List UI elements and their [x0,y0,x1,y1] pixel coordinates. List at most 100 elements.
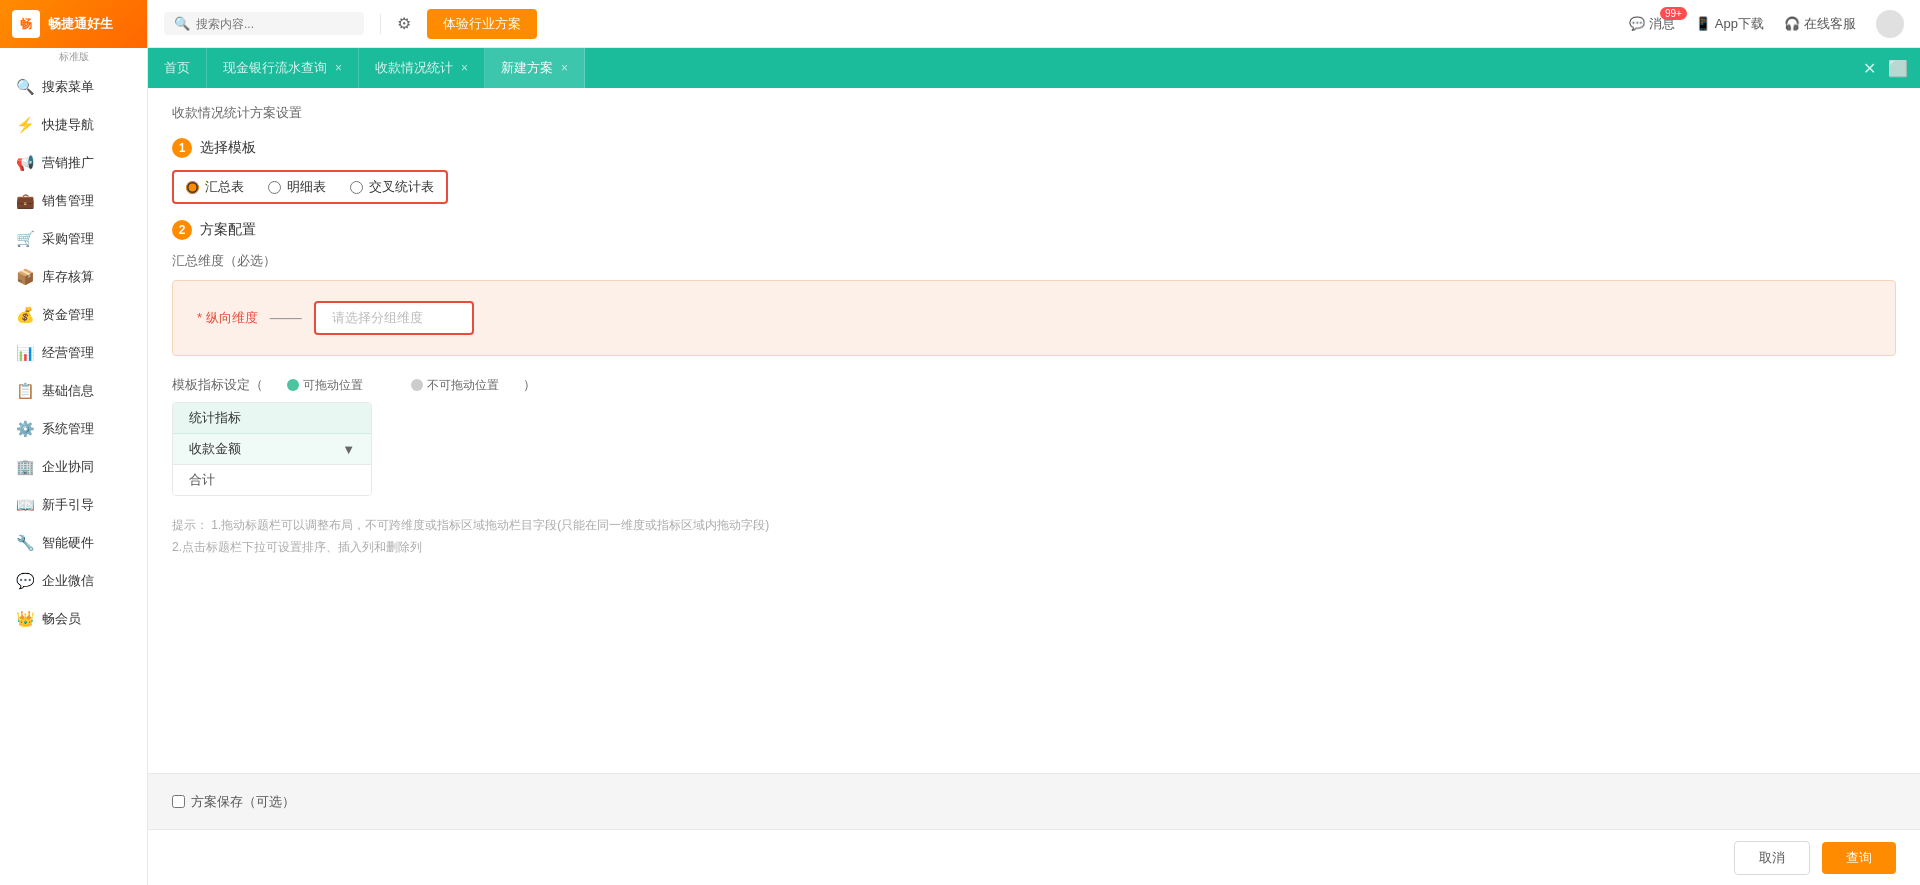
sidebar-item-6[interactable]: 💰 资金管理 [0,296,147,334]
topbar-search-box[interactable]: 🔍 [164,12,364,35]
section-config: 2 方案配置 汇总维度（必选） 纵向维度 —— 请选择分组维度 [172,220,1896,558]
user-item[interactable] [1876,10,1904,38]
sidebar: 畅 畅捷通好生 标准版 🔍 搜索菜单 ⚡ 快捷导航 📢 营销推广 💼 销售管理 … [0,0,148,885]
nav-icon-2: 📢 [16,154,34,172]
tab-collection-stats-label: 收款情况统计 [375,59,453,77]
dimension-area: 纵向维度 —— 请选择分组维度 [172,280,1896,356]
nav-label-12: 智能硬件 [42,534,94,552]
sidebar-item-4[interactable]: 🛒 采购管理 [0,220,147,258]
save-checkbox-label[interactable]: 方案保存（可选） [172,793,295,811]
sidebar-item-12[interactable]: 🔧 智能硬件 [0,524,147,562]
radio-cross-input[interactable] [350,181,363,194]
sidebar-item-11[interactable]: 📖 新手引导 [0,486,147,524]
nav-label-9: 系统管理 [42,420,94,438]
sidebar-item-3[interactable]: 💼 销售管理 [0,182,147,220]
section1-label: 选择模板 [200,139,256,157]
radio-detail[interactable]: 明细表 [268,178,326,196]
nav-label-13: 企业微信 [42,572,94,590]
nav-label-0: 搜索菜单 [42,78,94,96]
trial-btn[interactable]: 体验行业方案 [427,9,537,39]
nav-label-10: 企业协同 [42,458,94,476]
message-item[interactable]: 💬 消息 99+ [1629,15,1675,33]
sidebar-nav: 🔍 搜索菜单 ⚡ 快捷导航 📢 营销推广 💼 销售管理 🛒 采购管理 📦 库存核… [0,68,147,885]
main-area: 🔍 ⚙ 体验行业方案 💬 消息 99+ 📱 App下载 🎧 在线客服 [148,0,1920,885]
tab-new-plan[interactable]: 新建方案 × [485,48,585,88]
sidebar-item-8[interactable]: 📋 基础信息 [0,372,147,410]
footer-save: 方案保存（可选） [148,773,1920,829]
metrics-table: 统计指标 收款金额 ▼ 合计 [172,402,372,496]
dimension-select[interactable]: 请选择分组维度 [314,301,474,335]
sidebar-item-0[interactable]: 🔍 搜索菜单 [0,68,147,106]
query-button[interactable]: 查询 [1822,842,1896,874]
edition-label: 标准版 [0,48,147,68]
dimension-title: 汇总维度（必选） [172,252,1896,270]
metrics-section: 模板指标设定（ 可拖动位置 不可拖动位置 ） 统计指标 [172,376,1896,499]
nav-icon-3: 💼 [16,192,34,210]
sidebar-item-13[interactable]: 💬 企业微信 [0,562,147,600]
service-item[interactable]: 🎧 在线客服 [1784,15,1856,33]
metrics-table-row[interactable]: 收款金额 ▼ [173,434,371,464]
sidebar-item-2[interactable]: 📢 营销推广 [0,144,147,182]
sidebar-item-5[interactable]: 📦 库存核算 [0,258,147,296]
section2-label: 方案配置 [200,221,256,239]
nav-label-6: 资金管理 [42,306,94,324]
nav-icon-5: 📦 [16,268,34,286]
tab-new-plan-close[interactable]: × [561,61,568,75]
logo-text: 畅捷通好生 [48,16,113,32]
tab-collection-stats-close[interactable]: × [461,61,468,75]
sidebar-item-10[interactable]: 🏢 企业协同 [0,448,147,486]
radio-cross[interactable]: 交叉统计表 [350,178,434,196]
nav-label-8: 基础信息 [42,382,94,400]
nav-icon-13: 💬 [16,572,34,590]
sidebar-item-9[interactable]: ⚙️ 系统管理 [0,410,147,448]
tab-bank-query-close[interactable]: × [335,61,342,75]
tabbar-actions: ✕ ⬜ [1863,59,1920,78]
nav-icon-0: 🔍 [16,78,34,96]
nav-label-1: 快捷导航 [42,116,94,134]
hint-section: 提示： 1.拖动标题栏可以调整布局，不可跨维度或指标区域拖动栏目字段(只能在同一… [172,515,1896,558]
sidebar-item-14[interactable]: 👑 畅会员 [0,600,147,638]
radio-summary-input[interactable] [186,181,199,194]
radio-cross-label: 交叉统计表 [369,178,434,196]
cancel-button[interactable]: 取消 [1734,841,1810,875]
fixed-toggle: 不可拖动位置 [411,377,499,394]
fixed-dot [411,379,423,391]
movable-label: 可拖动位置 [303,377,363,394]
nav-icon-10: 🏢 [16,458,34,476]
radio-detail-input[interactable] [268,181,281,194]
download-label: App下载 [1715,15,1764,33]
app-logo: 畅 畅捷通好生 [0,0,147,48]
section1-num: 1 [172,138,192,158]
tab-bank-query[interactable]: 现金银行流水查询 × [207,48,359,88]
radio-summary[interactable]: 汇总表 [186,178,244,196]
nav-label-3: 销售管理 [42,192,94,210]
nav-icon-1: ⚡ [16,116,34,134]
metrics-row-label: 收款金额 [189,440,241,458]
tab-bank-query-label: 现金银行流水查询 [223,59,327,77]
metrics-dropdown-icon[interactable]: ▼ [342,442,355,457]
tab-home[interactable]: 首页 [148,48,207,88]
tab-home-label: 首页 [164,59,190,77]
download-item[interactable]: 📱 App下载 [1695,15,1764,33]
message-badge: 99+ [1660,7,1687,20]
tabbar: 首页 现金银行流水查询 × 收款情况统计 × 新建方案 × ✕ ⬜ [148,48,1920,88]
template-radio-group: 汇总表 明细表 交叉统计表 [186,178,434,196]
save-checkbox[interactable] [172,795,185,808]
content-area: 收款情况统计方案设置 1 选择模板 汇总表 [148,88,1920,829]
section2-num: 2 [172,220,192,240]
tab-close-all-icon[interactable]: ✕ [1863,59,1876,78]
metrics-table-header: 统计指标 [173,403,371,434]
topbar: 🔍 ⚙ 体验行业方案 💬 消息 99+ 📱 App下载 🎧 在线客服 [148,0,1920,48]
search-input[interactable] [196,17,336,31]
service-label: 在线客服 [1804,15,1856,33]
nav-label-14: 畅会员 [42,610,81,628]
sidebar-item-7[interactable]: 📊 经营管理 [0,334,147,372]
tab-maximize-icon[interactable]: ⬜ [1888,59,1908,78]
tab-collection-stats[interactable]: 收款情况统计 × [359,48,485,88]
radio-detail-label: 明细表 [287,178,326,196]
nav-icon-14: 👑 [16,610,34,628]
radio-summary-label: 汇总表 [205,178,244,196]
gear-icon[interactable]: ⚙ [397,14,411,33]
metrics-label: 模板指标设定（ [172,376,263,394]
sidebar-item-1[interactable]: ⚡ 快捷导航 [0,106,147,144]
